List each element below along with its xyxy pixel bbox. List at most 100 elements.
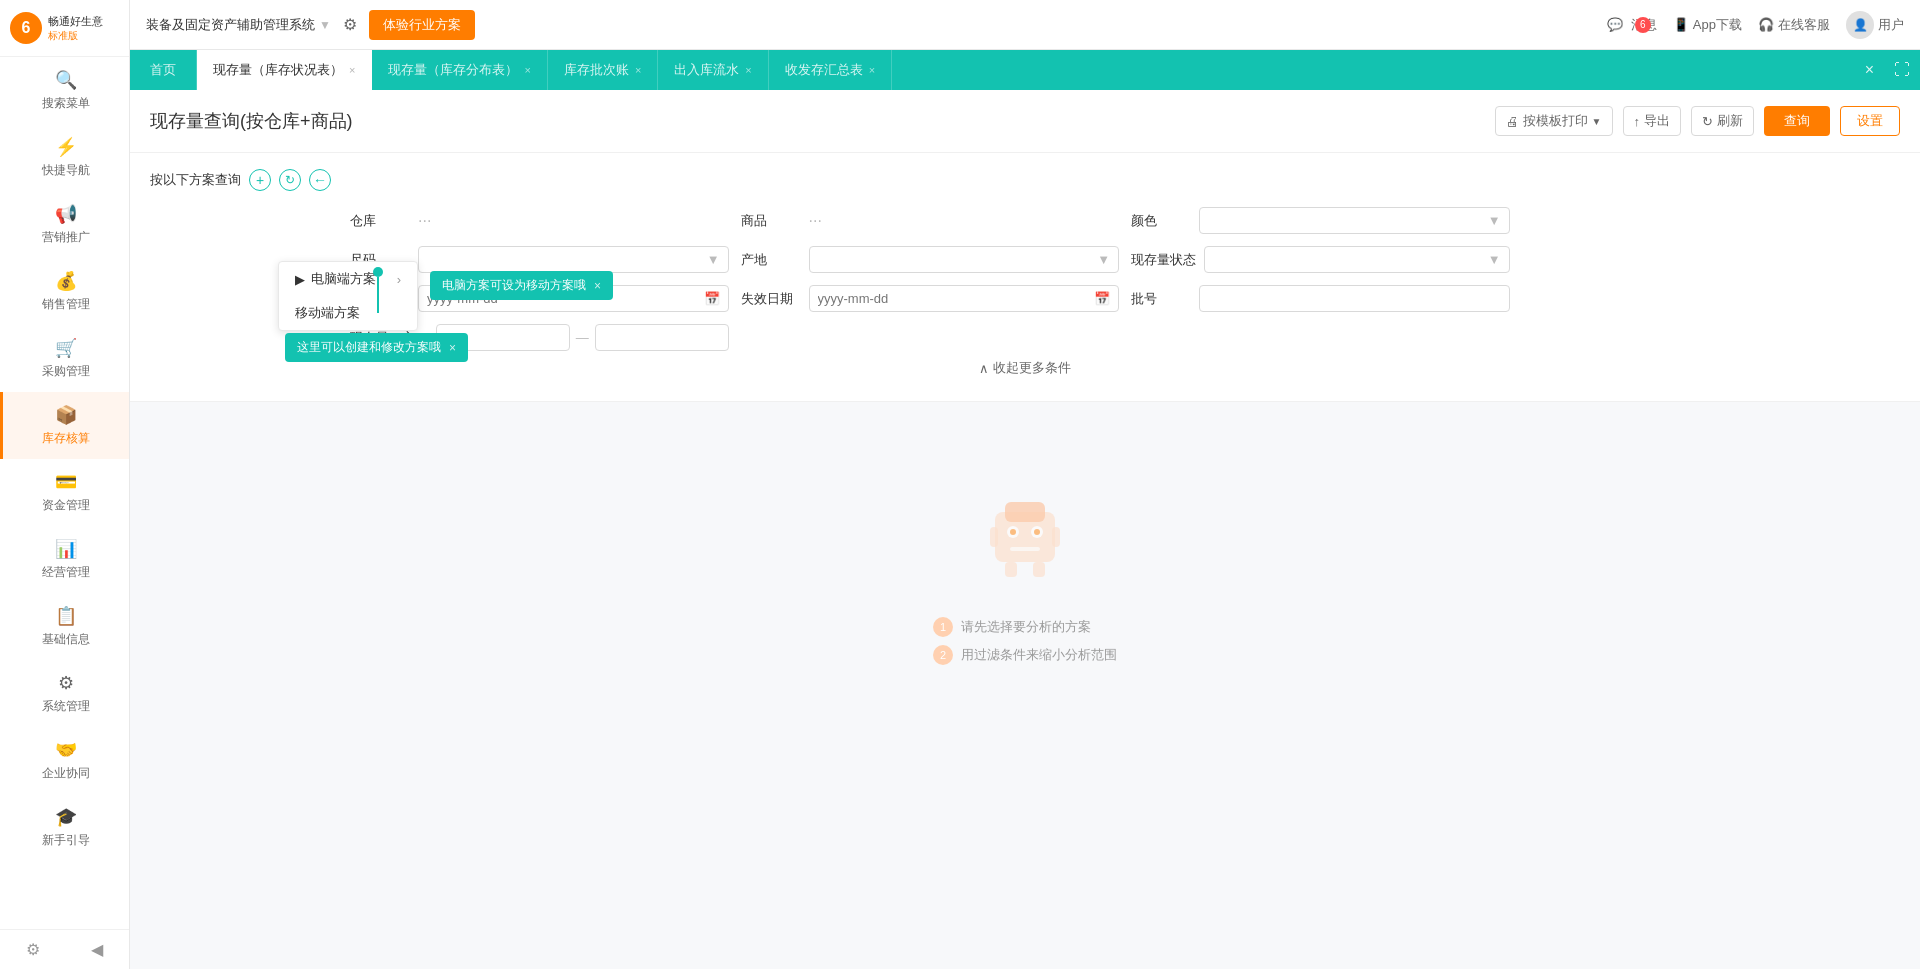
origin-select[interactable]: ▼ [809, 246, 1120, 273]
scheme-popup-item-pc[interactable]: ▶ 电脑端方案 [279, 262, 417, 296]
filter-refresh-btn[interactable]: ↻ [279, 169, 301, 191]
empty-svg-icon [975, 482, 1075, 582]
color-select[interactable]: ▼ [1199, 207, 1510, 234]
purchase-icon: 🛒 [55, 337, 77, 359]
footer-collapse-btn[interactable]: ◀ [91, 940, 103, 959]
page-header-actions: 🖨 按模板打印 ▼ ↑ 导出 ↻ 刷新 查询 设置 [1495, 106, 1900, 136]
tab-inventory-dist[interactable]: 现存量（库存分布表） × [372, 50, 547, 90]
quicknav-icon: ⚡ [55, 136, 77, 158]
topbar-message-item[interactable]: 💬 6 消息 [1607, 16, 1657, 34]
tab-close-inventory-status[interactable]: × [349, 64, 355, 76]
filter-field-batch: 批号 [1131, 285, 1510, 312]
sidebar: 6 畅通好生意 标准版 🔍 搜索菜单 ⚡ 快捷导航 📢 营销推广 💰 销售 [0, 0, 130, 969]
user-avatar: 👤 [1846, 11, 1874, 39]
stock-main-range: — [436, 324, 729, 351]
filter-add-btn[interactable]: + [249, 169, 271, 191]
sidebar-item-newbie[interactable]: 🎓 新手引导 [0, 794, 129, 861]
tab-actions: × ⛶ [1855, 61, 1920, 79]
svg-rect-1 [1005, 502, 1045, 522]
tab-inout-flow[interactable]: 出入库流水 × [658, 50, 768, 90]
goods-dots[interactable]: ··· [809, 212, 822, 230]
sidebar-item-finance[interactable]: 💳 资金管理 [0, 459, 129, 526]
expire-date-calendar-icon: 📅 [1094, 291, 1110, 306]
sidebar-item-system[interactable]: ⚙ 系统管理 [0, 660, 129, 727]
sidebar-item-marketing[interactable]: 📢 营销推广 [0, 191, 129, 258]
tab-close-inout-flow[interactable]: × [745, 64, 751, 76]
sidebar-item-enterprise[interactable]: 🤝 企业协同 [0, 727, 129, 794]
sidebar-footer: ⚙ ◀ [0, 929, 129, 969]
main: 装备及固定资产辅助管理系统 ▼ ⚙ 体验行业方案 💬 6 消息 📱 App下载 [130, 0, 1920, 969]
topbar-user-item[interactable]: 👤 用户 [1846, 11, 1904, 39]
sidebar-item-basic-info[interactable]: 📋 基础信息 [0, 593, 129, 660]
tab-receive-send-summary[interactable]: 收发存汇总表 × [769, 50, 892, 90]
filter-field-goods: 商品 ··· [741, 212, 1120, 230]
scheme-popup: ▶ 电脑端方案 移动端方案 [278, 261, 418, 331]
filter-field-stock-status: 现存量状态 ▼ [1131, 246, 1510, 273]
expire-date-input[interactable] [818, 291, 1091, 306]
export-btn[interactable]: ↑ 导出 [1623, 106, 1682, 136]
page-header: 现存量查询(按仓库+商品) 🖨 按模板打印 ▼ ↑ 导出 ↻ 刷新 [130, 90, 1920, 153]
tab-close-all-btn[interactable]: × [1855, 61, 1884, 79]
query-btn[interactable]: 查询 [1764, 106, 1830, 136]
batch-input[interactable] [1199, 285, 1510, 312]
sidebar-nav: 🔍 搜索菜单 ⚡ 快捷导航 📢 营销推广 💰 销售管理 🛒 采购管理 📦 [0, 57, 129, 929]
print-template-btn[interactable]: 🖨 按模板打印 ▼ [1495, 106, 1613, 136]
step-2-num: 2 [933, 645, 953, 665]
warehouse-dots[interactable]: ··· [418, 212, 431, 230]
refresh-btn[interactable]: ↻ 刷新 [1691, 106, 1754, 136]
finance-icon: 💳 [55, 471, 77, 493]
connector-dot [373, 267, 383, 277]
collapse-btn[interactable]: ∧ 收起更多条件 [979, 359, 1071, 377]
marketing-icon: 📢 [55, 203, 77, 225]
empty-steps: 1 请先选择要分析的方案 2 用过滤条件来缩小分析范围 [933, 617, 1117, 665]
tab-close-receive-send-summary[interactable]: × [869, 64, 875, 76]
sidebar-item-inventory[interactable]: 📦 库存核算 [0, 392, 129, 459]
tooltip-pc-close[interactable]: × [594, 279, 601, 293]
tab-expand-btn[interactable]: ⛶ [1884, 61, 1920, 79]
sidebar-item-search[interactable]: 🔍 搜索菜单 [0, 57, 129, 124]
sales-icon: 💰 [55, 270, 77, 292]
tab-home[interactable]: 首页 [130, 50, 197, 90]
expire-date-input-wrap[interactable]: 📅 [809, 285, 1120, 312]
sidebar-item-purchase[interactable]: 🛒 采购管理 [0, 325, 129, 392]
newbie-icon: 🎓 [55, 806, 77, 828]
svg-point-4 [1010, 529, 1016, 535]
topbar-appdownload-item[interactable]: 📱 App下载 [1673, 16, 1742, 34]
topbar-service-item[interactable]: 🎧 在线客服 [1758, 16, 1830, 34]
size-select[interactable]: ▼ [418, 246, 729, 273]
empty-state: 1 请先选择要分析的方案 2 用过滤条件来缩小分析范围 [130, 402, 1920, 745]
sidebar-item-operations[interactable]: 📊 经营管理 [0, 526, 129, 593]
tab-close-inventory-dist[interactable]: × [524, 64, 530, 76]
topbar: 装备及固定资产辅助管理系统 ▼ ⚙ 体验行业方案 💬 6 消息 📱 App下载 [130, 0, 1920, 50]
filter-label: 按以下方案查询 [150, 171, 241, 189]
color-arrow-icon: ▼ [1488, 213, 1501, 228]
stock-main-to-input[interactable] [595, 324, 729, 351]
page-content: 现存量查询(按仓库+商品) 🖨 按模板打印 ▼ ↑ 导出 ↻ 刷新 [130, 90, 1920, 969]
filter-field-expire-date: 失效日期 📅 [741, 285, 1120, 312]
size-arrow-icon: ▼ [707, 252, 720, 267]
origin-arrow-icon: ▼ [1097, 252, 1110, 267]
enterprise-icon: 🤝 [55, 739, 77, 761]
produce-date-calendar-icon: 📅 [704, 291, 720, 306]
sidebar-item-sales[interactable]: 💰 销售管理 [0, 258, 129, 325]
operations-icon: 📊 [55, 538, 77, 560]
svg-rect-10 [1033, 562, 1045, 577]
sidebar-item-quicknav[interactable]: ⚡ 快捷导航 [0, 124, 129, 191]
print-icon: 🖨 [1506, 114, 1519, 129]
footer-settings-btn[interactable]: ⚙ [26, 940, 40, 959]
expand-icon: ▶ [295, 272, 305, 287]
reset-btn[interactable]: 设置 [1840, 106, 1900, 136]
filter-back-btn[interactable]: ← [309, 169, 331, 191]
print-dropdown-icon: ▼ [1592, 116, 1602, 127]
tab-batch-account[interactable]: 库存批次账 × [548, 50, 658, 90]
topbar-settings-icon[interactable]: ⚙ [343, 15, 357, 34]
tab-inventory-status[interactable]: 现存量（库存状况表） × [197, 50, 372, 90]
empty-step-1: 1 请先选择要分析的方案 [933, 617, 1117, 637]
trial-industry-btn[interactable]: 体验行业方案 [369, 10, 475, 40]
tabbar: 首页 现存量（库存状况表） × 现存量（库存分布表） × 库存批次账 × 出入库… [130, 50, 1920, 90]
filter-field-origin: 产地 ▼ [741, 246, 1120, 273]
stock-status-select[interactable]: ▼ [1204, 246, 1510, 273]
scheme-popup-item-mobile[interactable]: 移动端方案 [279, 296, 417, 330]
tab-close-batch-account[interactable]: × [635, 64, 641, 76]
tooltip-create-close[interactable]: × [449, 341, 456, 355]
